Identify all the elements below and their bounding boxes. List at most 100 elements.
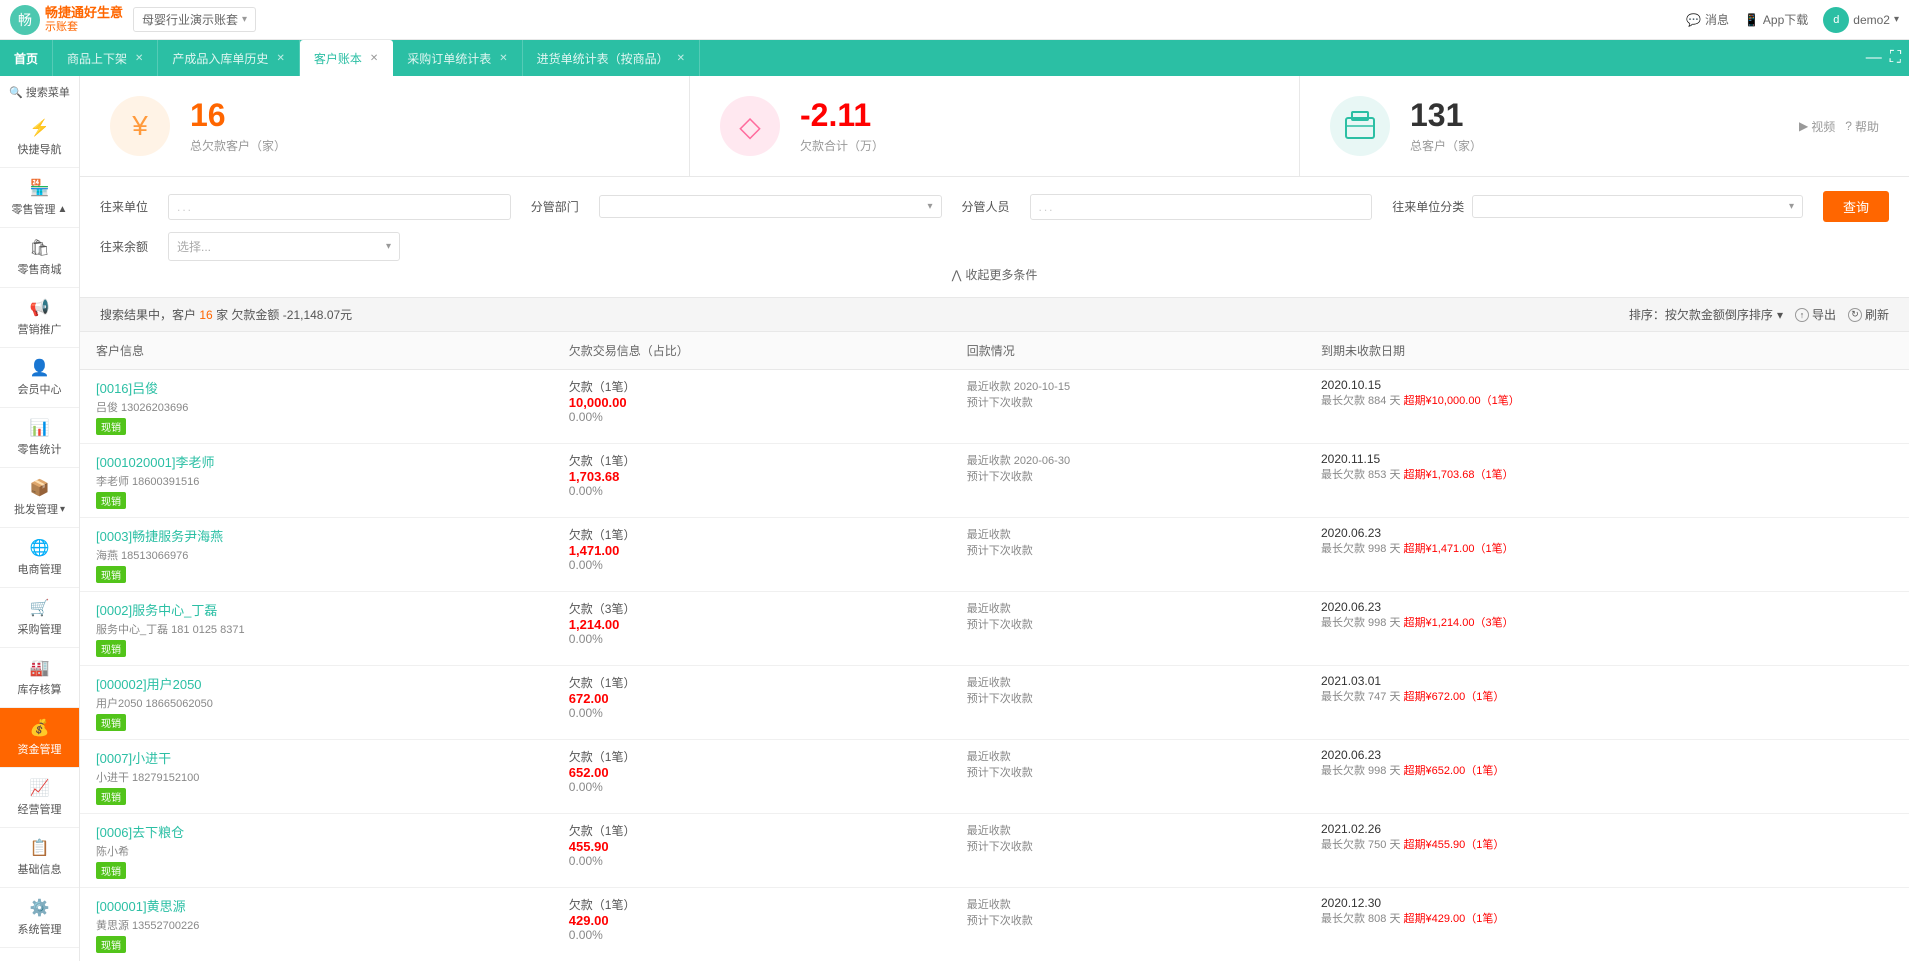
customer-name-7[interactable]: [000001]黄思源 <box>96 896 537 915</box>
unit-class-select[interactable]: ▾ <box>1472 195 1803 218</box>
app-download-btn[interactable]: 📱 App下载 <box>1744 11 1808 28</box>
filter-row-1: 往来单位 ... 分管部门 ▾ 分管人员 <box>100 191 1889 222</box>
tab-purchase[interactable]: 采购订单统计表 ✕ <box>393 40 522 76</box>
customer-name-4[interactable]: [000002]用户2050 <box>96 674 537 693</box>
video-btn[interactable]: ▶ 视频 <box>1799 118 1835 135</box>
sidebar-item-system-mgmt[interactable]: ⚙️ 系统管理 <box>0 888 79 948</box>
sidebar-item-retail-stats[interactable]: 📊 零售统计 <box>0 408 79 468</box>
tab-close-production[interactable]: ✕ <box>276 53 284 64</box>
balance-select[interactable]: 选择... ▾ <box>168 232 400 261</box>
sidebar-item-inventory[interactable]: 🏭 库存核算 <box>0 648 79 708</box>
filter-from-unit: 往来单位 ... <box>100 194 511 220</box>
summary-card-1: ¥ 16 总欠款客户（家） <box>80 76 690 176</box>
filter-unit-class: 往来单位分类 ▾ <box>1392 195 1803 218</box>
sidebar-item-biz-mgmt[interactable]: 📈 经营管理 <box>0 768 79 828</box>
debt-amount-4[interactable]: 672.00 <box>569 691 935 706</box>
customer-contact-4: 用户2050 18665062050 <box>96 695 537 711</box>
tab-close-customer[interactable]: ✕ <box>370 53 378 64</box>
refresh-btn[interactable]: ↻ 刷新 <box>1848 306 1889 323</box>
sidebar-item-retail-mgmt[interactable]: 🏪 零售管理 ▲ <box>0 168 79 228</box>
tab-close-inbound[interactable]: ✕ <box>677 53 685 64</box>
card-value-3: 131 <box>1410 98 1779 133</box>
sort-select[interactable]: 排序：按欠款金额倒序排序 ▾ <box>1629 306 1783 323</box>
customer-contact-6: 陈小希 <box>96 843 537 859</box>
customer-tag-3: 现销 <box>96 640 126 657</box>
debt-amount-6[interactable]: 455.90 <box>569 839 935 854</box>
tab-inbound[interactable]: 进货单统计表（按商品） ✕ <box>523 40 700 76</box>
tab-customer[interactable]: 客户账本 ✕ <box>300 40 393 76</box>
sidebar-item-purchase-mgmt[interactable]: 🛒 采购管理 <box>0 588 79 648</box>
result-actions: 排序：按欠款金额倒序排序 ▾ ↑ 导出 ↻ 刷新 <box>1629 306 1889 323</box>
customer-name-0[interactable]: [0016]吕俊 <box>96 378 537 397</box>
from-unit-input[interactable]: ... <box>168 194 511 220</box>
debt-amount-3[interactable]: 1,214.00 <box>569 617 935 632</box>
help-btn[interactable]: ? 帮助 <box>1845 118 1879 135</box>
debt-amount-0[interactable]: 10,000.00 <box>569 395 935 410</box>
sidebar-item-ecommerce[interactable]: 🌐 电商管理 <box>0 528 79 588</box>
overdue-amount-0[interactable]: 超期¥10,000.00（1笔） <box>1404 395 1520 407</box>
customer-name-2[interactable]: [0003]畅捷服务尹海燕 <box>96 526 537 545</box>
customer-name-1[interactable]: [0001020001]李老师 <box>96 452 537 471</box>
tab-bar: 首页 商品上下架 ✕ 产成品入库单历史 ✕ 客户账本 ✕ 采购订单统计表 ✕ 进… <box>0 40 1909 76</box>
due-date-4: 2021.03.01 <box>1321 674 1893 688</box>
query-btn[interactable]: 查询 <box>1823 191 1889 222</box>
debt-pct-6: 0.00% <box>569 854 603 868</box>
user-avatar[interactable]: d demo2 ▾ <box>1823 7 1899 33</box>
tab-maximize-btn[interactable]: ⛶ <box>1890 49 1901 67</box>
sidebar-item-batch-mgmt[interactable]: 📦 批发管理 ▾ <box>0 468 79 528</box>
overdue-days-5: 最长欠款 998 天 超期¥652.00（1笔） <box>1321 762 1893 778</box>
collapse-btn[interactable]: ⋀ 收起更多条件 <box>100 266 1889 283</box>
customer-tag-4: 现销 <box>96 714 126 731</box>
tab-products[interactable]: 商品上下架 ✕ <box>53 40 158 76</box>
sidebar-item-enterprise[interactable]: 🤝 企业协同 <box>0 948 79 961</box>
industry-selector[interactable]: 母婴行业演示账套 ▾ <box>133 7 256 32</box>
debt-amount-1[interactable]: 1,703.68 <box>569 469 935 484</box>
overdue-amount-7[interactable]: 超期¥429.00（1笔） <box>1404 913 1505 925</box>
overdue-amount-4[interactable]: 超期¥672.00（1笔） <box>1404 691 1505 703</box>
table-row: [0002]服务中心_丁磊 服务中心_丁磊 181 0125 8371 现销 欠… <box>80 592 1909 666</box>
sidebar-search-btn[interactable]: 🔍 搜索菜单 <box>0 76 79 108</box>
sidebar-item-retail-shop[interactable]: 🛍 零售商城 <box>0 228 79 288</box>
next-collect-6: 预计下次收款 <box>967 838 1289 854</box>
overdue-amount-3[interactable]: 超期¥1,214.00（3笔） <box>1404 617 1514 629</box>
tab-production[interactable]: 产成品入库单历史 ✕ <box>158 40 299 76</box>
sidebar-item-marketing[interactable]: 📢 营销推广 <box>0 288 79 348</box>
customer-name-5[interactable]: [0007]小进干 <box>96 748 537 767</box>
tab-minimize-btn[interactable]: — <box>1866 49 1882 67</box>
dept-select[interactable]: ▾ <box>599 195 942 218</box>
cell-customer-1: [0001020001]李老师 李老师 18600391516 现销 <box>80 444 553 518</box>
overdue-amount-1[interactable]: 超期¥1,703.68（1笔） <box>1404 469 1514 481</box>
next-collect-3: 预计下次收款 <box>967 616 1289 632</box>
tab-close-purchase[interactable]: ✕ <box>499 53 507 64</box>
message-btn[interactable]: 💬 消息 <box>1686 11 1729 28</box>
due-date-2: 2020.06.23 <box>1321 526 1893 540</box>
sidebar-item-basic-info[interactable]: 📋 基础信息 <box>0 828 79 888</box>
card-label-3: 总客户（家） <box>1410 137 1779 154</box>
debt-amount-2[interactable]: 1,471.00 <box>569 543 935 558</box>
cell-repayment-7: 最近收款 预计下次收款 <box>951 888 1305 961</box>
debt-amount-5[interactable]: 652.00 <box>569 765 935 780</box>
overdue-amount-2[interactable]: 超期¥1,471.00（1笔） <box>1404 543 1514 555</box>
card-label-2: 欠款合计（万） <box>800 137 1269 154</box>
customer-contact-3: 服务中心_丁磊 181 0125 8371 <box>96 621 537 637</box>
overdue-amount-6[interactable]: 超期¥455.90（1笔） <box>1404 839 1505 851</box>
sidebar-item-capital[interactable]: 💰 资金管理 <box>0 708 79 768</box>
export-btn[interactable]: ↑ 导出 <box>1795 306 1836 323</box>
manager-input[interactable]: ... <box>1030 194 1373 220</box>
sidebar-item-quick-nav[interactable]: ⚡ 快捷导航 <box>0 108 79 168</box>
customer-name-6[interactable]: [0006]去下粮仓 <box>96 822 537 841</box>
next-collect-4: 预计下次收款 <box>967 690 1289 706</box>
quick-nav-icon: ⚡ <box>5 118 74 138</box>
debt-pct-3: 0.00% <box>569 632 603 646</box>
tab-home[interactable]: 首页 <box>0 40 53 76</box>
card-value-1: 16 <box>190 98 659 133</box>
customer-name-3[interactable]: [0002]服务中心_丁磊 <box>96 600 537 619</box>
debt-amount-7[interactable]: 429.00 <box>569 913 935 928</box>
tab-close-products[interactable]: ✕ <box>135 53 143 64</box>
from-unit-label: 往来单位 <box>100 198 160 215</box>
overdue-amount-5[interactable]: 超期¥652.00（1笔） <box>1404 765 1505 777</box>
sidebar-item-member-center[interactable]: 👤 会员中心 <box>0 348 79 408</box>
table-row: [000002]用户2050 用户2050 18665062050 现销 欠款（… <box>80 666 1909 740</box>
recent-collect-2: 最近收款 <box>967 526 1289 542</box>
debt-count-3: 欠款（3笔） <box>569 600 935 617</box>
